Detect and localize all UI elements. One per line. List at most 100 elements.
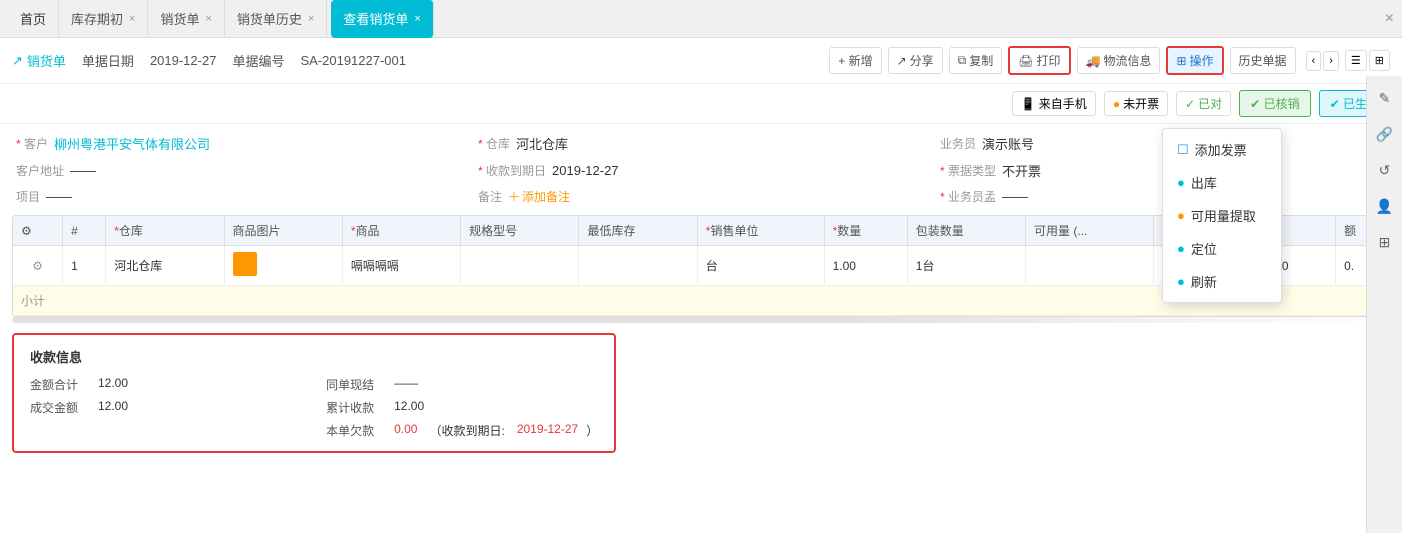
payment-col-right: 同单现结 —— 累计收款 12.00 本单欠款 0.00 （收款到期日: 201… (326, 376, 598, 439)
salesperson-label: 业务员孟 (940, 188, 996, 205)
same-order-label: 同单现结 (326, 376, 386, 393)
payment-title: 收款信息 (30, 347, 598, 366)
current-due-row: 本单欠款 0.00 （收款到期日: 2019-12-27 ） (326, 422, 598, 439)
col-product-img: 商品图片 (224, 216, 342, 246)
doc-header: ↗ 销货单 单据日期 2019-12-27 单据编号 SA-20191227-0… (0, 38, 1402, 84)
payment-due-label: 收款到期日 (478, 162, 546, 179)
tab-sales-order[interactable]: 销货单 × (148, 0, 224, 38)
payment-due-field: 收款到期日 2019-12-27 (478, 161, 924, 180)
sidebar-edit-icon[interactable]: ✎ (1371, 84, 1399, 112)
row-quantity: 1.00 (824, 246, 907, 286)
sales-order-icon: ↗ (12, 53, 23, 69)
logistics-button[interactable]: 🚚 物流信息 (1077, 47, 1161, 74)
col-available: 可用量 (... (1026, 216, 1154, 246)
project-value: —— (46, 189, 72, 204)
current-due-suffix: （收款到期日: (429, 422, 504, 439)
add-note-button[interactable]: ＋ 添加备注 (508, 188, 570, 205)
sidebar-table-icon[interactable]: ⊞ (1371, 228, 1399, 256)
current-due-label: 本单欠款 (326, 422, 386, 439)
transaction-amount-label: 成交金额 (30, 399, 90, 416)
grid-view-button[interactable]: ⊞ (1369, 50, 1390, 71)
voided-status[interactable]: ✔ 已核销 (1239, 90, 1310, 117)
next-arrow[interactable]: › (1323, 51, 1339, 71)
tab-home[interactable]: 首页 (8, 0, 59, 38)
project-label: 项目 (16, 188, 40, 205)
dropdown-available-qty[interactable]: ● 可用量提取 (1163, 199, 1281, 232)
address-field: 客户地址 —— (16, 161, 462, 180)
col-pack-qty: 包装数量 (907, 216, 1025, 246)
col-num: # (63, 216, 106, 246)
tab-sales-history[interactable]: 销货单历史 × (225, 0, 327, 38)
doc-meta: 单据日期 2019-12-27 单据编号 SA-20191227-001 (82, 51, 406, 70)
sidebar-link-icon[interactable]: 🔗 (1371, 120, 1399, 148)
payment-grid: 金额合计 12.00 成交金额 12.00 同单现结 —— 累计收款 12.00 (30, 376, 598, 439)
staff-value: 演示账号 (982, 134, 1034, 153)
dropdown-outbound[interactable]: ● 出库 (1163, 166, 1281, 199)
tab-bar: 首页 库存期初 × 销货单 × 销货单历史 × 查看销货单 × × (0, 0, 1402, 38)
check-circle-teal-icon: ✔ (1330, 97, 1340, 111)
prev-arrow[interactable]: ‹ (1306, 51, 1322, 71)
col-min-stock: 最低库存 (579, 216, 697, 246)
main-content: ↗ 销货单 单据日期 2019-12-27 单据编号 SA-20191227-0… (0, 38, 1402, 533)
tab-bar-close-button[interactable]: × (1385, 10, 1394, 28)
salesperson-value: —— (1002, 189, 1028, 204)
dropdown-refresh[interactable]: ● 刷新 (1163, 265, 1281, 298)
address-value: —— (70, 163, 96, 178)
same-order-row: 同单现结 —— (326, 376, 598, 393)
tab-check-sales-close[interactable]: × (414, 13, 420, 25)
operations-button[interactable]: ⊞ 操作 (1166, 46, 1223, 75)
tab-inventory-init-close[interactable]: × (129, 13, 135, 25)
total-amount-value: 12.00 (98, 376, 128, 393)
dropdown-add-invoice[interactable]: ☐ 添加发票 (1163, 133, 1281, 166)
transaction-amount-row: 成交金额 12.00 (30, 399, 302, 416)
staff-label: 业务员 (940, 135, 976, 152)
dropdown-locate[interactable]: ● 定位 (1163, 232, 1281, 265)
row-product: 嗝嗝嗝嗝 (342, 246, 460, 286)
tab-sales-order-close[interactable]: × (205, 13, 211, 25)
project-field: 项目 —— (16, 188, 462, 205)
warehouse-field: 仓库 河北仓库 (478, 134, 924, 153)
payment-due-value: 2019-12-27 (552, 163, 619, 178)
address-label: 客户地址 (16, 162, 64, 179)
row-sales-unit: 台 (697, 246, 824, 286)
not-opened-button[interactable]: ● 未开票 (1104, 91, 1168, 116)
doc-title: ↗ 销货单 (12, 51, 66, 70)
print-icon: 🖨 (1018, 54, 1033, 68)
ticket-type-label: 票据类型 (940, 162, 996, 179)
new-button[interactable]: + 新增 (829, 47, 881, 74)
product-image (233, 252, 257, 276)
nav-arrows: ‹ › (1306, 51, 1339, 71)
total-amount-row: 金额合计 12.00 (30, 376, 302, 393)
checked-button[interactable]: ✓ 已对 (1176, 91, 1231, 116)
row-gear[interactable]: ⚙ (13, 246, 63, 286)
cumulative-label: 累计收款 (326, 399, 386, 416)
tab-check-sales[interactable]: 查看销货单 × (331, 0, 433, 38)
tab-inventory-init[interactable]: 库存期初 × (59, 0, 148, 38)
copy-icon: ⧉ (958, 53, 967, 68)
copy-button[interactable]: ⧉ 复制 (949, 47, 1003, 74)
available-qty-icon: ● (1177, 208, 1185, 223)
check-icon: ✓ (1185, 97, 1195, 111)
history-button[interactable]: 历史单据 (1230, 47, 1296, 74)
col-sales-unit: *销售单位 (697, 216, 824, 246)
list-view-button[interactable]: ☰ (1345, 50, 1367, 71)
print-button[interactable]: 🖨 打印 (1008, 46, 1070, 75)
grid-icon: ⊞ (1176, 54, 1186, 68)
current-due-date: 2019-12-27 (517, 422, 578, 439)
sidebar-rotate-icon[interactable]: ↺ (1371, 156, 1399, 184)
from-phone-button[interactable]: 📱 来自手机 (1012, 91, 1096, 116)
cumulative-row: 累计收款 12.00 (326, 399, 598, 416)
phone-icon: 📱 (1021, 97, 1036, 111)
share-button[interactable]: ↗ 分享 (888, 47, 943, 74)
operations-dropdown: ☐ 添加发票 ● 出库 ● 可用量提取 ● 定位 ● 刷新 (1162, 128, 1282, 303)
row-num: 1 (63, 246, 106, 286)
current-due-end: ） (586, 422, 598, 439)
locate-icon: ● (1177, 241, 1185, 256)
tab-sales-history-close[interactable]: × (308, 13, 314, 25)
total-amount-label: 金额合计 (30, 376, 90, 393)
doc-number-value: SA-20191227-001 (300, 53, 406, 68)
customer-value[interactable]: 柳州粤港平安气体有限公司 (54, 134, 210, 153)
customer-field: 客户 柳州粤港平安气体有限公司 (16, 134, 462, 153)
sidebar-user-icon[interactable]: 👤 (1371, 192, 1399, 220)
doc-date-value: 2019-12-27 (150, 53, 217, 68)
